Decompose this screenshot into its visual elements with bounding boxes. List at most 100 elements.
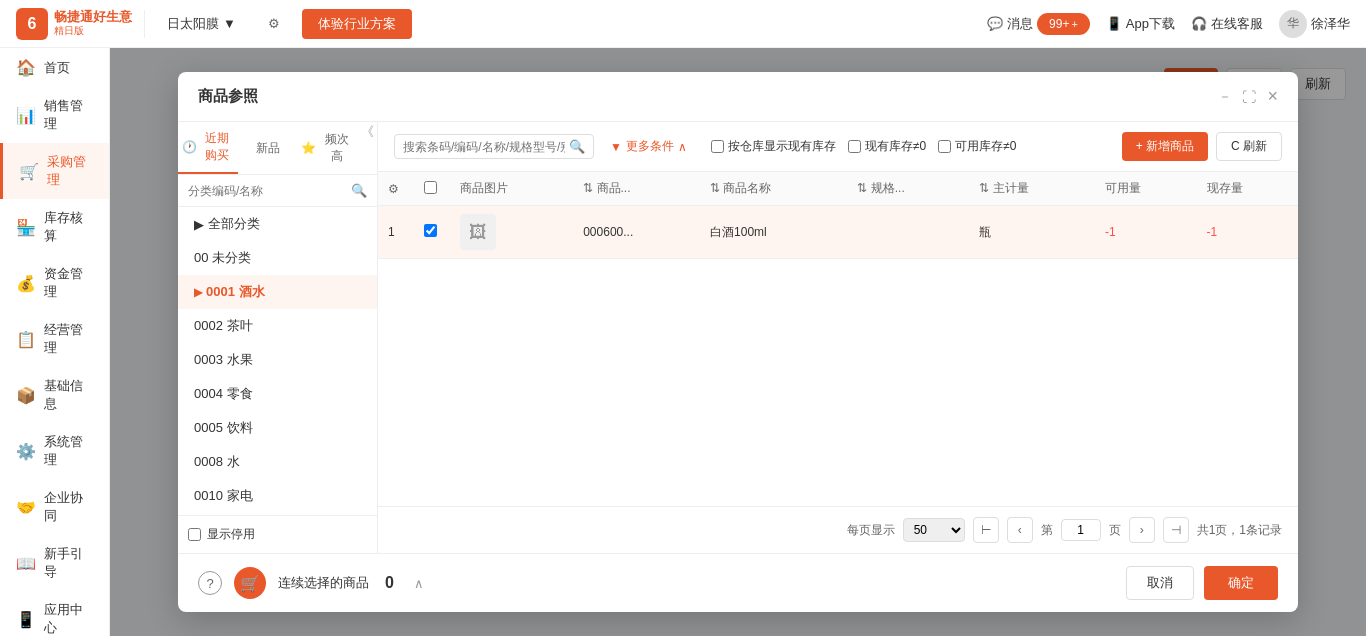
th-stock: 现存量 (1197, 172, 1299, 206)
company-name: 日太阳膜 (167, 15, 219, 33)
prev-page-button[interactable]: ‹ (1007, 517, 1033, 543)
cell-stock: -1 (1197, 206, 1299, 259)
show-disabled-label[interactable]: 显示停用 (207, 526, 255, 543)
sidebar-item-home[interactable]: 🏠 首页 (0, 48, 109, 87)
category-search-bar: 🔍 (178, 175, 377, 207)
confirm-button[interactable]: 确定 (1204, 566, 1278, 600)
row-checkbox[interactable] (424, 224, 437, 237)
logo-sub: 精日版 (54, 24, 132, 38)
stock-label[interactable]: 现有库存≠0 (865, 138, 926, 155)
username: 徐泽华 (1311, 15, 1350, 33)
available-checkbox[interactable] (938, 140, 951, 153)
cell-checkbox (414, 206, 450, 259)
help-icon[interactable]: ? (198, 571, 222, 595)
cat-item-all[interactable]: ▶ 全部分类 (178, 207, 377, 241)
cat-item-snacks[interactable]: 0004 零食 (178, 377, 377, 411)
tab-recent-purchase[interactable]: 🕐 近期购买 (178, 122, 238, 174)
show-disabled-checkbox[interactable] (188, 528, 201, 541)
finance-icon: 💰 (16, 274, 36, 293)
sidebar-label: 基础信息 (44, 377, 93, 413)
search-icon[interactable]: 🔍 (569, 139, 585, 154)
available-label[interactable]: 可用库存≠0 (955, 138, 1016, 155)
sort-icon: ⇅ (979, 181, 989, 195)
sidebar: 🏠 首页 📊 销售管理 🛒 采购管理 🏪 库存核算 💰 资金管理 📋 经营管理 … (0, 48, 110, 636)
cancel-button[interactable]: 取消 (1126, 566, 1194, 600)
checkbox-stock[interactable]: 现有库存≠0 (848, 138, 926, 155)
category-search-icon[interactable]: 🔍 (351, 183, 367, 198)
per-page-label: 每页显示 (847, 522, 895, 539)
cat-item-fruit[interactable]: 0003 水果 (178, 343, 377, 377)
sidebar-label: 首页 (44, 59, 70, 77)
last-page-button[interactable]: ⊣ (1163, 517, 1189, 543)
filter-button[interactable]: ▼ 更多条件 ∧ (602, 134, 695, 159)
sidebar-item-basic-info[interactable]: 📦 基础信息 (0, 367, 109, 423)
select-all-checkbox[interactable] (424, 181, 437, 194)
tab-frequent[interactable]: ⭐ 频次高 (297, 122, 357, 174)
sidebar-item-system[interactable]: ⚙️ 系统管理 (0, 423, 109, 479)
arrow-icon: ▶ (194, 217, 204, 232)
sidebar-item-sales[interactable]: 📊 销售管理 (0, 87, 109, 143)
checkbox-warehouse[interactable]: 按仓库显示现有库存 (711, 138, 836, 155)
cat-item-liquor[interactable]: ▶ 0001 酒水 (178, 275, 377, 309)
warehouse-checkbox[interactable] (711, 140, 724, 153)
trial-button[interactable]: 体验行业方案 (302, 9, 412, 39)
sidebar-item-purchase[interactable]: 🛒 采购管理 (0, 143, 109, 199)
modal-overlay: 商品参照 － ⛶ × 🕐 近期购买 (110, 48, 1366, 636)
app-download-button[interactable]: 📱 App下载 (1106, 15, 1175, 33)
column-settings-icon[interactable]: ⚙ (388, 182, 399, 196)
sidebar-item-app-center[interactable]: 📱 应用中心 (0, 591, 109, 636)
star-icon: ⭐ (301, 141, 316, 155)
cart-icon[interactable]: 🛒 (234, 567, 266, 599)
checkbox-available[interactable]: 可用库存≠0 (938, 138, 1016, 155)
maximize-icon[interactable]: ⛶ (1239, 87, 1259, 107)
cat-item-uncategorized[interactable]: 00 未分类 (178, 241, 377, 275)
navbar-right: 💬 消息 99++ 📱 App下载 🎧 在线客服 华 徐泽华 (987, 10, 1350, 38)
table-row[interactable]: 1 🖼 000600... 白酒100ml (378, 206, 1298, 259)
sidebar-label: 企业协同 (44, 489, 93, 525)
minimize-icon[interactable]: － (1215, 87, 1235, 107)
cat-item-tea[interactable]: 0002 茶叶 (178, 309, 377, 343)
sort-icon: ⇅ (583, 181, 593, 195)
th-name: ⇅ 商品名称 (700, 172, 847, 206)
home-icon: 🏠 (16, 58, 36, 77)
product-search-input[interactable] (403, 140, 565, 154)
tab-new-products[interactable]: 新品 (238, 122, 298, 174)
settings-icon[interactable]: ⚙ (258, 8, 290, 40)
collapse-cart-icon[interactable]: ∧ (414, 576, 424, 591)
next-page-button[interactable]: › (1129, 517, 1155, 543)
cell-unit: 瓶 (969, 206, 1095, 259)
selected-label: 连续选择的商品 (278, 574, 369, 592)
per-page-select[interactable]: 50 (903, 518, 965, 542)
th-image: 商品图片 (450, 172, 573, 206)
close-button[interactable]: × (1267, 86, 1278, 107)
product-search-box: 🔍 (394, 134, 594, 159)
messages-button[interactable]: 💬 消息 99++ (987, 13, 1090, 35)
company-selector[interactable]: 日太阳膜 ▼ (157, 11, 246, 37)
modal-title: 商品参照 (198, 87, 258, 106)
modal-body: 🕐 近期购买 新品 ⭐ 频次高 《 (178, 122, 1298, 553)
user-profile[interactable]: 华 徐泽华 (1279, 10, 1350, 38)
warehouse-label[interactable]: 按仓库显示现有库存 (728, 138, 836, 155)
sidebar-item-operations[interactable]: 📋 经营管理 (0, 311, 109, 367)
page-label: 页 (1109, 522, 1121, 539)
online-service-button[interactable]: 🎧 在线客服 (1191, 15, 1263, 33)
phone-icon: 📱 (1106, 16, 1122, 31)
headset-icon: 🎧 (1191, 16, 1207, 31)
stock-checkbox[interactable] (848, 140, 861, 153)
category-search-input[interactable] (188, 184, 345, 198)
cat-item-water[interactable]: 0008 水 (178, 445, 377, 479)
refresh-button[interactable]: C 刷新 (1216, 132, 1282, 161)
product-table: ⚙ 商品图片 ⇅ 商品... (378, 172, 1298, 506)
th-code: ⇅ 商品... (573, 172, 700, 206)
product-reference-modal: 商品参照 － ⛶ × 🕐 近期购买 (178, 72, 1298, 612)
add-product-button[interactable]: + 新增商品 (1122, 132, 1208, 161)
sidebar-item-finance[interactable]: 💰 资金管理 (0, 255, 109, 311)
sidebar-item-guide[interactable]: 📖 新手引导 (0, 535, 109, 591)
cat-item-drinks[interactable]: 0005 饮料 (178, 411, 377, 445)
page-number-input[interactable] (1061, 519, 1101, 541)
sidebar-item-enterprise[interactable]: 🤝 企业协同 (0, 479, 109, 535)
cat-item-appliance[interactable]: 0010 家电 (178, 479, 377, 513)
first-page-button[interactable]: ⊢ (973, 517, 999, 543)
collapse-panel-button[interactable]: 《 (357, 122, 377, 142)
sidebar-item-inventory[interactable]: 🏪 库存核算 (0, 199, 109, 255)
